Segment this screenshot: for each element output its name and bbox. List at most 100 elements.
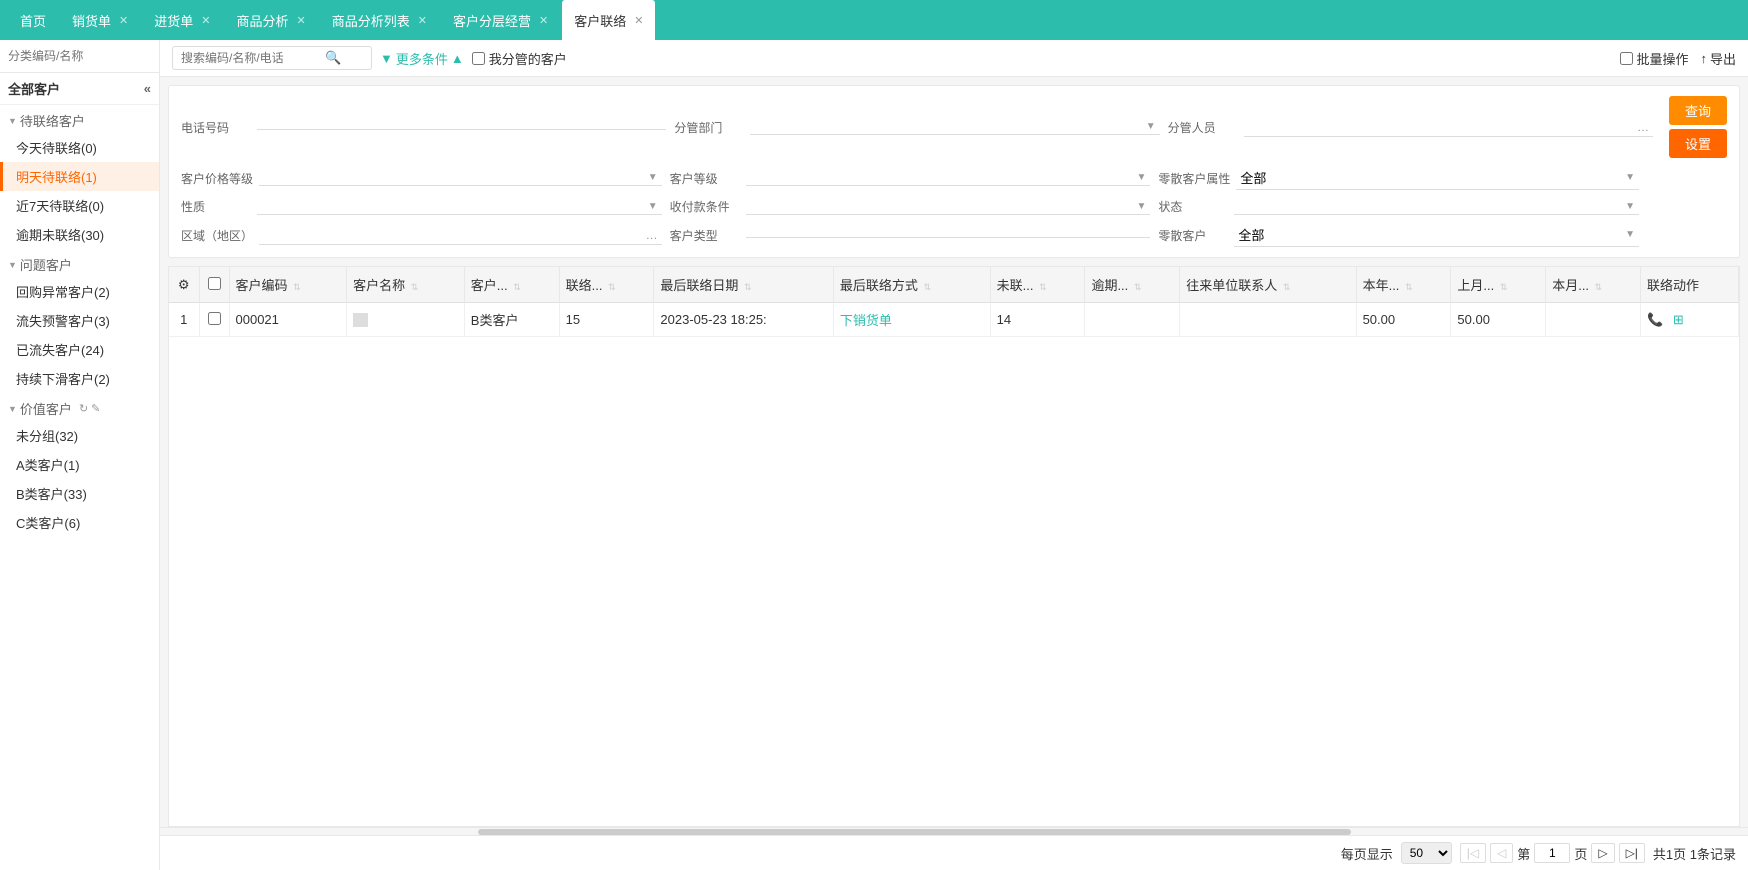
my-customers-checkbox[interactable]: 我分管的客户 (472, 49, 567, 68)
close-icon[interactable]: ✕ (418, 14, 427, 27)
nav-product-analysis-list[interactable]: 商品分析列表 ✕ (320, 0, 439, 40)
sidebar-item-declining[interactable]: 持续下滑客户(2) (0, 364, 159, 393)
first-page-button[interactable]: |◁ (1460, 843, 1486, 863)
nav-customer-layered[interactable]: 客户分层经营 ✕ (441, 0, 560, 40)
filter-dept-select[interactable]: ▼ (750, 119, 1159, 135)
dots-icon[interactable]: … (1637, 120, 1649, 134)
query-button[interactable]: 查询 (1669, 96, 1727, 125)
filter-payment-select[interactable]: ▼ (746, 199, 1151, 215)
search-box[interactable]: 🔍 (172, 46, 372, 70)
col-contact-person[interactable]: 往来单位联系人 ⇅ (1180, 267, 1356, 303)
horizontal-scrollbar[interactable] (160, 827, 1748, 835)
close-icon[interactable]: ✕ (119, 14, 128, 27)
nav-product-analysis[interactable]: 商品分析 ✕ (224, 0, 317, 40)
last-contact-method-cell[interactable]: 下销货单 (833, 303, 990, 337)
col-last-month[interactable]: 上月... ⇅ (1451, 267, 1546, 303)
close-icon[interactable]: ✕ (634, 14, 643, 27)
all-customers-header[interactable]: 全部客户 « (0, 73, 159, 105)
col-this-year[interactable]: 本年... ⇅ (1356, 267, 1451, 303)
row-index: 1 (169, 303, 199, 337)
refresh-icon[interactable]: ↻ (79, 402, 88, 415)
page-label: 第 (1517, 844, 1530, 863)
per-page-select[interactable]: 50 100 200 (1401, 842, 1452, 864)
filter-row-2: 客户价格等级 ▼ 客户等级 ▼ 零散客户属性 全部 (181, 166, 1727, 190)
dots-icon[interactable]: … (646, 228, 658, 242)
col-customer-type[interactable]: 客户... ⇅ (464, 267, 559, 303)
select-all-checkbox[interactable] (208, 277, 221, 290)
col-contact-count[interactable]: 联络... ⇅ (559, 267, 654, 303)
filter-phone-label: 电话号码 (181, 119, 251, 136)
sidebar-item-c-class[interactable]: C类客户(6) (0, 508, 159, 537)
filter-customer-type-select[interactable] (746, 233, 1151, 238)
last-page-button[interactable]: ▷| (1619, 843, 1645, 863)
group-value-customers[interactable]: 价值客户 ↻ ✎ (0, 393, 159, 421)
sidebar-item-7days-contact[interactable]: 近7天待联络(0) (0, 191, 159, 220)
footer: 每页显示 50 100 200 |◁ ◁ 第 页 ▷ ▷| 共1页 1条记录 (160, 835, 1748, 870)
table-row: 1 000021 Ea B类客户 15 2023-05-23 18:25: 下销… (169, 303, 1739, 337)
more-conditions-button[interactable]: ▼ 更多条件 ▲ (380, 49, 464, 68)
col-uncontacted[interactable]: 未联... ⇅ (990, 267, 1085, 303)
col-customer-code[interactable]: 客户编码 ⇅ (229, 267, 347, 303)
col-last-contact-method[interactable]: 最后联络方式 ⇅ (833, 267, 990, 303)
sidebar-search-area: 🔍 (0, 40, 159, 73)
chevron-down-icon: ▼ (648, 201, 658, 212)
close-icon[interactable]: ✕ (297, 14, 306, 27)
search-input[interactable] (181, 51, 321, 65)
filter-retail-attr-select[interactable]: 全部 ▼ (1236, 166, 1639, 190)
nav-sales-order[interactable]: 销货单 ✕ (60, 0, 140, 40)
filter-phone-input[interactable] (257, 125, 666, 130)
filter-status-select[interactable]: ▼ (1234, 199, 1639, 215)
sidebar-item-ungrouped[interactable]: 未分组(32) (0, 421, 159, 450)
sidebar-item-churn-warning[interactable]: 流失预警客户(3) (0, 306, 159, 335)
filter-nature-select[interactable]: ▼ (257, 199, 662, 215)
group-pending-contact[interactable]: 待联络客户 (0, 105, 159, 133)
prev-page-button[interactable]: ◁ (1490, 843, 1513, 863)
sidebar-item-a-class[interactable]: A类客户(1) (0, 450, 159, 479)
sidebar-item-overdue-contact[interactable]: 逾期未联络(30) (0, 220, 159, 249)
next-page-button[interactable]: ▷ (1591, 843, 1614, 863)
sidebar-search-input[interactable] (8, 49, 160, 63)
my-customers-check[interactable] (472, 52, 485, 65)
page-input[interactable] (1534, 843, 1570, 863)
filter-customer-type: 客户类型 (670, 227, 1151, 244)
filter-icon: ▼ (380, 51, 393, 66)
col-this-month[interactable]: 本月... ⇅ (1546, 267, 1641, 303)
filter-manager-input[interactable]: … (1244, 118, 1653, 137)
filter-retail-customer-select[interactable]: 全部 ▼ (1234, 223, 1639, 247)
scrollbar-thumb[interactable] (478, 829, 1351, 835)
nav-customer-contact[interactable]: 客户联络 ✕ (562, 0, 655, 40)
filter-row-3: 性质 ▼ 收付款条件 ▼ 状态 (181, 198, 1727, 215)
row-checkbox[interactable] (208, 312, 221, 325)
batch-operation-button[interactable]: 批量操作 (1620, 49, 1688, 68)
nav-purchase-order[interactable]: 进货单 ✕ (142, 0, 222, 40)
export-button[interactable]: ↑ 导出 (1700, 49, 1736, 68)
sort-icon: ⇅ (293, 282, 301, 292)
last-contact-method-link[interactable]: 下销货单 (840, 313, 892, 328)
action-contact-icon[interactable]: 📞 (1647, 312, 1663, 327)
filter-customer-level-select[interactable]: ▼ (746, 170, 1151, 186)
sidebar-item-today-contact[interactable]: 今天待联络(0) (0, 133, 159, 162)
filter-price-level-select[interactable]: ▼ (259, 170, 662, 186)
batch-check[interactable] (1620, 52, 1633, 65)
action-more-icon[interactable]: ⊞ (1673, 312, 1684, 327)
nav-home[interactable]: 首页 (8, 0, 58, 40)
chevron-down-icon: ▼ (1625, 229, 1635, 240)
sidebar-item-repurchase-abnormal[interactable]: 回购异常客户(2) (0, 277, 159, 306)
col-overdue[interactable]: 逾期... ⇅ (1085, 267, 1180, 303)
collapse-icon[interactable]: « (144, 81, 151, 96)
group-problem-customers[interactable]: 问题客户 (0, 249, 159, 277)
col-customer-name[interactable]: 客户名称 ⇅ (347, 267, 465, 303)
col-gear[interactable]: ⚙ (169, 267, 199, 303)
edit-icon[interactable]: ✎ (91, 402, 100, 415)
close-icon[interactable]: ✕ (201, 14, 210, 27)
all-customers-label: 全部客户 (8, 79, 60, 98)
filter-phone: 电话号码 (181, 119, 666, 136)
filter-region-select[interactable]: … (259, 226, 662, 245)
sidebar-item-tomorrow-contact[interactable]: 明天待联络(1) (0, 162, 159, 191)
sidebar-item-churned[interactable]: 已流失客户(24) (0, 335, 159, 364)
col-last-contact-date[interactable]: 最后联络日期 ⇅ (654, 267, 833, 303)
setting-button[interactable]: 设置 (1669, 129, 1727, 158)
close-icon[interactable]: ✕ (539, 14, 548, 27)
search-icon[interactable]: 🔍 (325, 50, 341, 66)
sidebar-item-b-class[interactable]: B类客户(33) (0, 479, 159, 508)
